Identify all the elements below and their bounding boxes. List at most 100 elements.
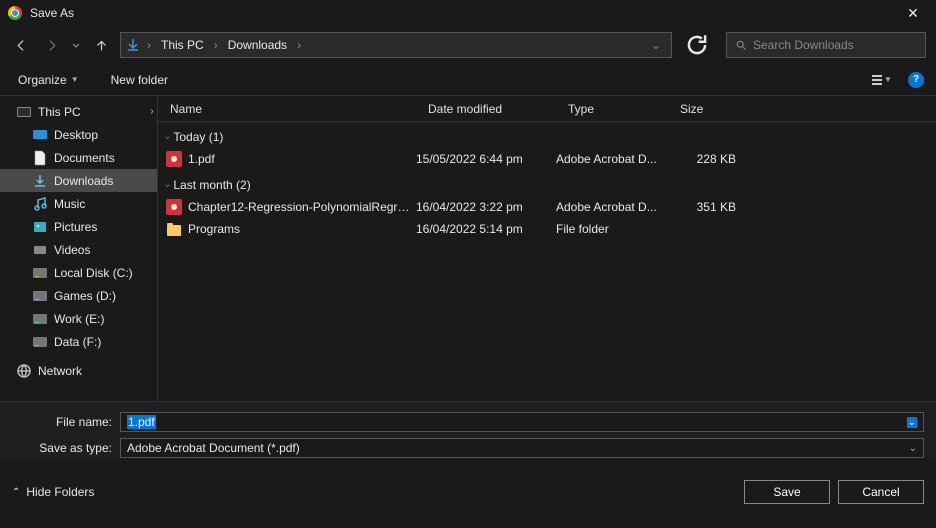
sidebar-music[interactable]: Music (0, 192, 157, 215)
group-header-last-month[interactable]: › Last month (2) (158, 174, 936, 196)
hide-folders-label: Hide Folders (26, 485, 94, 499)
caret-down-icon: ▼ (71, 75, 79, 84)
file-list-body: › Today (1) 1.pdf 15/05/2022 6:44 pm Ado… (158, 122, 936, 401)
music-icon (32, 196, 48, 212)
sidebar-local-disk-c[interactable]: Local Disk (C:) (0, 261, 157, 284)
file-row[interactable]: Programs 16/04/2022 5:14 pm File folder (158, 218, 936, 240)
documents-icon (32, 150, 48, 166)
pdf-icon (166, 151, 182, 167)
file-row[interactable]: Chapter12-Regression-PolynomialRegres...… (158, 196, 936, 218)
sidebar-games-d[interactable]: Games (D:) (0, 284, 157, 307)
disk-icon (32, 288, 48, 304)
help-button[interactable]: ? (908, 72, 924, 88)
new-folder-button[interactable]: New folder (105, 64, 174, 95)
column-type[interactable]: Type (556, 96, 668, 121)
column-date[interactable]: Date modified (416, 96, 556, 121)
breadcrumb-separator: › (295, 38, 303, 52)
sidebar-label: Games (D:) (54, 289, 116, 303)
file-type: File folder (556, 222, 668, 236)
filename-row: File name: 1.pdf ⌄ (12, 412, 924, 432)
recent-locations-button[interactable] (70, 34, 82, 56)
downloads-icon (32, 173, 48, 189)
sidebar-label: Work (E:) (54, 312, 104, 326)
column-size[interactable]: Size (668, 96, 748, 121)
caret-down-icon: ▼ (884, 75, 892, 84)
breadcrumb-downloads[interactable]: Downloads (224, 38, 291, 52)
sidebar-data-f[interactable]: Data (F:) (0, 330, 157, 353)
toolbar: Organize ▼ New folder ▼ ? (0, 64, 936, 96)
file-size: 228 KB (668, 152, 748, 166)
filename-label: File name: (12, 415, 120, 429)
file-name: 1.pdf (188, 152, 215, 166)
sidebar-label: Music (54, 197, 85, 211)
chrome-icon (8, 6, 22, 20)
group-header-today[interactable]: › Today (1) (158, 126, 936, 148)
pdf-icon (166, 199, 182, 215)
sidebar-documents[interactable]: Documents (0, 146, 157, 169)
file-date: 16/04/2022 3:22 pm (416, 200, 556, 214)
file-list-header: Name Date modified Type Size (158, 96, 936, 122)
view-options-button[interactable]: ▼ (864, 69, 900, 91)
breadcrumb-this-pc[interactable]: This PC (157, 38, 208, 52)
nav-bar: › This PC › Downloads › ⌄ Search Downloa… (0, 26, 936, 64)
back-button[interactable] (10, 34, 32, 56)
forward-button[interactable] (40, 34, 62, 56)
chevron-down-icon: › (162, 183, 173, 186)
bottom-panel: File name: 1.pdf ⌄ Save as type: Adobe A… (0, 401, 936, 458)
breadcrumb-separator: › (212, 38, 220, 52)
sidebar-pictures[interactable]: Pictures (0, 215, 157, 238)
file-name: Programs (188, 222, 240, 236)
search-icon (735, 39, 747, 51)
chevron-right-icon: › (147, 106, 157, 117)
organize-label: Organize (18, 73, 67, 87)
file-row[interactable]: 1.pdf 15/05/2022 6:44 pm Adobe Acrobat D… (158, 148, 936, 170)
window-title: Save As (30, 6, 74, 20)
location-bar[interactable]: › This PC › Downloads › ⌄ (120, 32, 672, 58)
saveastype-value: Adobe Acrobat Document (*.pdf) (127, 441, 300, 455)
sidebar-label: Local Disk (C:) (54, 266, 133, 280)
search-placeholder: Search Downloads (753, 38, 854, 52)
list-view-icon (872, 75, 882, 85)
refresh-button[interactable] (684, 32, 710, 58)
pictures-icon (32, 219, 48, 235)
hide-folders-button[interactable]: ⌃ Hide Folders (12, 485, 94, 499)
folder-icon (166, 221, 182, 237)
sidebar-label: Network (38, 364, 82, 378)
cancel-button[interactable]: Cancel (838, 480, 924, 504)
footer: ⌃ Hide Folders Save Cancel (0, 464, 936, 516)
sidebar-work-e[interactable]: Work (E:) (0, 307, 157, 330)
group-label: Last month (2) (173, 178, 250, 192)
downloads-icon (125, 37, 141, 53)
saveastype-select[interactable]: Adobe Acrobat Document (*.pdf) ⌄ (120, 438, 924, 458)
sidebar-downloads[interactable]: Downloads (0, 169, 157, 192)
sidebar-desktop[interactable]: Desktop (0, 123, 157, 146)
breadcrumb-separator: › (145, 38, 153, 52)
new-folder-label: New folder (111, 73, 168, 87)
sidebar-label: Pictures (54, 220, 97, 234)
file-type: Adobe Acrobat D... (556, 200, 668, 214)
filename-input[interactable]: 1.pdf ⌄ (120, 412, 924, 432)
sidebar-label: Data (F:) (54, 335, 101, 349)
column-name[interactable]: Name (158, 96, 416, 121)
chevron-up-icon: ⌃ (12, 487, 20, 498)
file-size: 351 KB (668, 200, 748, 214)
up-button[interactable] (90, 34, 112, 56)
close-button[interactable]: ✕ (898, 5, 928, 22)
sidebar-label: Downloads (54, 174, 113, 188)
sidebar-network[interactable]: Network (0, 359, 157, 382)
dropdown-caret-icon[interactable]: ⌄ (909, 443, 917, 454)
desktop-icon (32, 127, 48, 143)
search-box[interactable]: Search Downloads (726, 32, 926, 58)
location-history-caret[interactable]: ⌄ (645, 38, 667, 52)
sidebar-this-pc[interactable]: This PC › (0, 100, 157, 123)
sidebar-videos[interactable]: Videos (0, 238, 157, 261)
pc-icon (16, 104, 32, 120)
saveastype-row: Save as type: Adobe Acrobat Document (*.… (12, 438, 924, 458)
organize-button[interactable]: Organize ▼ (12, 64, 85, 95)
dropdown-caret-icon[interactable]: ⌄ (907, 417, 917, 428)
chevron-down-icon: › (162, 135, 173, 138)
disk-icon (32, 334, 48, 350)
save-button[interactable]: Save (744, 480, 830, 504)
sidebar-label: Desktop (54, 128, 98, 142)
file-list: Name Date modified Type Size › Today (1)… (158, 96, 936, 401)
